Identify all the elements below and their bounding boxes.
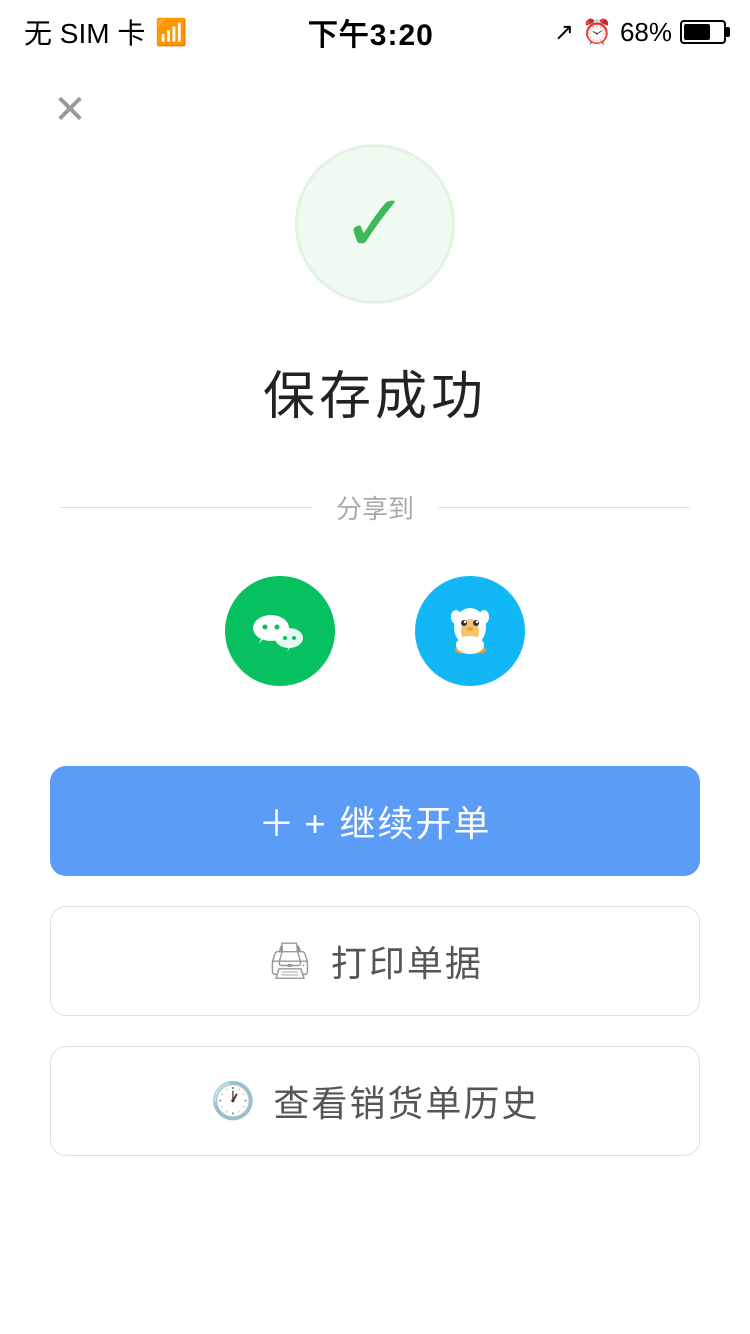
qq-share-button[interactable]: [415, 576, 525, 686]
print-button[interactable]: 🖨 打印单据: [50, 906, 700, 1016]
print-icon: 🖨: [267, 940, 315, 982]
clock-icon: 🕐: [211, 1080, 258, 1122]
divider-right: [438, 507, 690, 508]
success-title: 保存成功: [263, 354, 487, 429]
battery-indicator: [680, 20, 726, 44]
plus-icon: ＋: [258, 795, 296, 847]
qq-svg-icon: [438, 599, 503, 664]
success-icon-circle: ✓: [295, 144, 455, 304]
divider-left: [60, 507, 312, 508]
action-buttons: ＋ + 继续开单 🖨 打印单据 🕐 查看销货单历史: [0, 766, 750, 1156]
continue-label: + 继续开单: [304, 795, 491, 847]
history-button[interactable]: 🕐 查看销货单历史: [50, 1046, 700, 1156]
wifi-icon: 📶: [155, 17, 187, 48]
status-left: 无 SIM 卡 📶: [24, 12, 188, 52]
wechat-svg-icon: [245, 596, 315, 666]
main-content: ✓ 保存成功 分享到: [0, 64, 750, 1156]
no-sim-label: 无 SIM 卡: [24, 12, 145, 52]
print-label: 打印单据: [331, 935, 483, 987]
status-right: ↗ ⏰ 68%: [554, 17, 726, 48]
close-icon: ✕: [53, 90, 87, 130]
wechat-share-button[interactable]: [225, 576, 335, 686]
checkmark-icon: ✓: [341, 184, 408, 264]
share-label: 分享到: [312, 489, 438, 526]
status-bar: 无 SIM 卡 📶 下午3:20 ↗ ⏰ 68%: [0, 0, 750, 64]
close-button[interactable]: ✕: [40, 80, 100, 140]
continue-button[interactable]: ＋ + 继续开单: [50, 766, 700, 876]
share-section: 分享到: [0, 489, 750, 686]
alarm-icon: ⏰: [582, 18, 612, 47]
divider-row: 分享到: [0, 489, 750, 526]
battery-fill: [684, 24, 710, 40]
history-label: 查看销货单历史: [273, 1075, 539, 1127]
battery-label: 68%: [620, 17, 672, 48]
location-icon: ↗: [554, 18, 574, 47]
share-icons-row: [225, 576, 525, 686]
status-time: 下午3:20: [308, 10, 434, 54]
